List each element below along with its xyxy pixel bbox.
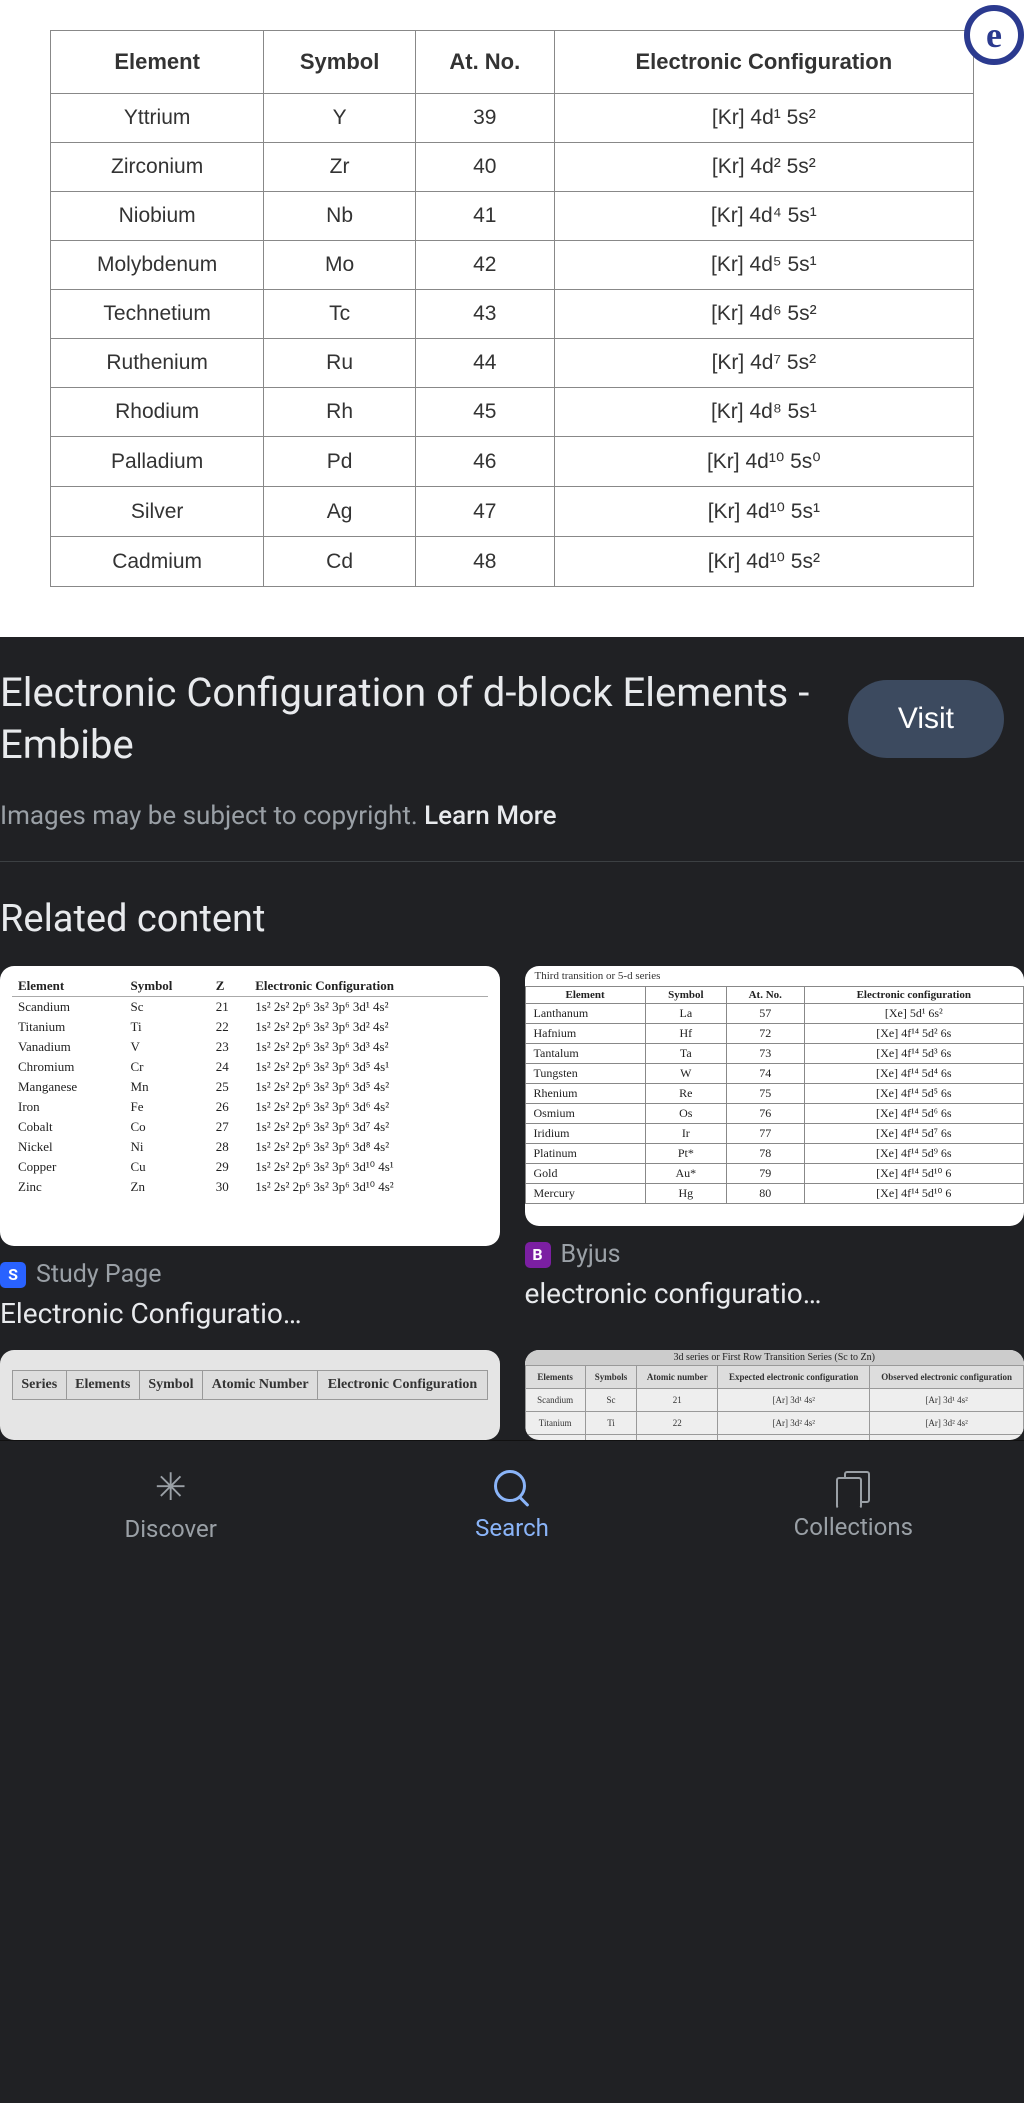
page-title[interactable]: Electronic Configuration of d-block Elem… bbox=[0, 667, 828, 771]
byjus-favicon-icon: B bbox=[525, 1242, 551, 1268]
image-info-section: Electronic Configuration of d-block Elem… bbox=[0, 637, 1024, 862]
related-content-heading: Related content bbox=[0, 862, 1024, 966]
related-thumbnail: Third transition or 5-d series ElementSy… bbox=[525, 966, 1024, 1226]
table-row: ChromiumCr241s² 2s² 2p⁶ 3s² 3p⁶ 3d⁵ 4s¹ bbox=[12, 1057, 488, 1077]
table-header: Symbol bbox=[139, 1371, 202, 1400]
table-row: TechnetiumTc43[Kr] 4d⁶ 5s² bbox=[51, 290, 974, 339]
table-row: LanthanumLa57[Xe] 5d¹ 6s² bbox=[525, 1004, 1024, 1024]
table-header: Symbol bbox=[264, 31, 416, 94]
table-row: NiobiumNb41[Kr] 4d⁴ 5s¹ bbox=[51, 192, 974, 241]
card-source: S Study Page bbox=[0, 1260, 500, 1289]
table-row: RheniumRe75[Xe] 4f¹⁴ 5d⁵ 6s bbox=[525, 1084, 1024, 1104]
table-header: Symbol bbox=[645, 987, 726, 1004]
table-row: ScandiumSc21[Ar] 3d¹ 4s²[Ar] 3d¹ 4s² bbox=[525, 1389, 1024, 1412]
table-row: ZincZn301s² 2s² 2p⁶ 3s² 3p⁶ 3d¹⁰ 4s² bbox=[12, 1177, 488, 1197]
table-header: Electronic Configuration bbox=[554, 31, 973, 94]
table-row: ManganeseMn251s² 2s² 2p⁶ 3s² 3p⁶ 3d⁵ 4s² bbox=[12, 1077, 488, 1097]
collections-icon bbox=[836, 1471, 870, 1505]
related-thumbnail: 3d series or First Row Transition Series… bbox=[525, 1350, 1024, 1440]
table-header: Atomic number bbox=[637, 1366, 718, 1389]
related-card[interactable]: SeriesElementsSymbolAtomic NumberElectro… bbox=[0, 1350, 500, 1440]
related-card[interactable]: ElementSymbolZElectronic ConfigurationSc… bbox=[0, 966, 500, 1330]
card-title: electronic configuratio… bbox=[525, 1277, 1024, 1310]
card-source-label: Byjus bbox=[561, 1240, 621, 1269]
table-row: CopperCu291s² 2s² 2p⁶ 3s² 3p⁶ 3d¹⁰ 4s¹ bbox=[12, 1157, 488, 1177]
card-source-label: Study Page bbox=[36, 1260, 161, 1289]
nav-collections[interactable]: Collections bbox=[683, 1441, 1024, 1570]
table-row: CadmiumCd48[Kr] 4d¹⁰ 5s² bbox=[51, 537, 974, 587]
table-row: SilverAg47[Kr] 4d¹⁰ 5s¹ bbox=[51, 487, 974, 537]
table-header: Element bbox=[525, 987, 645, 1004]
related-card[interactable]: 3d series or First Row Transition Series… bbox=[525, 1350, 1024, 1440]
table-header: Expected electronic configuration bbox=[718, 1366, 870, 1389]
table-header: Element bbox=[51, 31, 264, 94]
table-header: Symbols bbox=[585, 1366, 636, 1389]
related-card[interactable]: Third transition or 5-d series ElementSy… bbox=[525, 966, 1024, 1330]
table-header: Z bbox=[210, 976, 250, 997]
visit-button[interactable]: Visit bbox=[848, 680, 1004, 758]
table-row: TitaniumTi22[Ar] 3d² 4s²[Ar] 3d² 4s² bbox=[525, 1412, 1024, 1435]
table-row: GoldAu*79[Xe] 4f¹⁴ 5d¹⁰ 6 bbox=[525, 1164, 1024, 1184]
table-row: PalladiumPd46[Kr] 4d¹⁰ 5s⁰ bbox=[51, 437, 974, 487]
copyright-notice: Images may be subject to copyright. Lear… bbox=[0, 801, 1024, 831]
studypage-favicon-icon: S bbox=[0, 1262, 26, 1288]
table-header: Atomic Number bbox=[202, 1371, 318, 1400]
card-title: Electronic Configuratio… bbox=[0, 1297, 500, 1330]
related-thumbnail: ElementSymbolZElectronic ConfigurationSc… bbox=[0, 966, 500, 1246]
table-header: Elements bbox=[66, 1371, 139, 1400]
table-row: RutheniumRu44[Kr] 4d⁷ 5s² bbox=[51, 339, 974, 388]
nav-search[interactable]: Search bbox=[341, 1441, 682, 1570]
table-row: RhodiumRh45[Kr] 4d⁸ 5s¹ bbox=[51, 388, 974, 437]
table-row: TantalumTa73[Xe] 4f¹⁴ 5d³ 6s bbox=[525, 1044, 1024, 1064]
table-row: NickelNi281s² 2s² 2p⁶ 3s² 3p⁶ 3d⁸ 4s² bbox=[12, 1137, 488, 1157]
card-source: B Byjus bbox=[525, 1240, 1024, 1269]
related-cards-row-2: SeriesElementsSymbolAtomic NumberElectro… bbox=[0, 1350, 1024, 1440]
table-row: YttriumY39[Kr] 4d¹ 5s² bbox=[51, 94, 974, 143]
embibe-logo-icon: e bbox=[964, 5, 1024, 65]
table-row: OsmiumOs76[Xe] 4f¹⁴ 5d⁶ 6s bbox=[525, 1104, 1024, 1124]
related-thumbnail: SeriesElementsSymbolAtomic NumberElectro… bbox=[0, 1350, 500, 1440]
table-header: Electronic Configuration bbox=[249, 976, 487, 997]
table-row: IridiumIr77[Xe] 4f¹⁴ 5d⁷ 6s bbox=[525, 1124, 1024, 1144]
table-row: VanadiumV23[Ar] 3d³ 4s²[Ar] 3d³ 4s² bbox=[525, 1435, 1024, 1441]
table-row: PlatinumPt*78[Xe] 4f¹⁴ 5d⁹ 6s bbox=[525, 1144, 1024, 1164]
table-row: MercuryHg80[Xe] 4f¹⁴ 5d¹⁰ 6 bbox=[525, 1184, 1024, 1204]
table-row: HafniumHf72[Xe] 4f¹⁴ 5d² 6s bbox=[525, 1024, 1024, 1044]
elements-table: ElementSymbolAt. No.Electronic Configura… bbox=[50, 30, 974, 587]
table-row: CobaltCo271s² 2s² 2p⁶ 3s² 3p⁶ 3d⁷ 4s² bbox=[12, 1117, 488, 1137]
table-header: Element bbox=[12, 976, 125, 997]
learn-more-link[interactable]: Learn More bbox=[424, 801, 556, 831]
table-header: Elements bbox=[525, 1366, 585, 1389]
table-row: TitaniumTi221s² 2s² 2p⁶ 3s² 3p⁶ 3d² 4s² bbox=[12, 1017, 488, 1037]
search-icon bbox=[494, 1470, 530, 1506]
table-header: Series bbox=[13, 1371, 67, 1400]
table-header: Electronic Configuration bbox=[318, 1371, 487, 1400]
table-header: At. No. bbox=[415, 31, 554, 94]
nav-discover[interactable]: ✳ Discover bbox=[0, 1441, 341, 1570]
table-row: VanadiumV231s² 2s² 2p⁶ 3s² 3p⁶ 3d³ 4s² bbox=[12, 1037, 488, 1057]
table-row: ZirconiumZr40[Kr] 4d² 5s² bbox=[51, 143, 974, 192]
table-row: TungstenW74[Xe] 4f¹⁴ 5d⁴ 6s bbox=[525, 1064, 1024, 1084]
related-cards-row: ElementSymbolZElectronic ConfigurationSc… bbox=[0, 966, 1024, 1350]
discover-icon: ✳ bbox=[155, 1469, 187, 1507]
table-header: Observed electronic configuration bbox=[870, 1366, 1024, 1389]
table-row: MolybdenumMo42[Kr] 4d⁵ 5s¹ bbox=[51, 241, 974, 290]
main-image-preview[interactable]: e ElementSymbolAt. No.Electronic Configu… bbox=[0, 0, 1024, 637]
table-header: Electronic configuration bbox=[804, 987, 1023, 1004]
table-header: Symbol bbox=[125, 976, 210, 997]
table-row: IronFe261s² 2s² 2p⁶ 3s² 3p⁶ 3d⁶ 4s² bbox=[12, 1097, 488, 1117]
bottom-nav: ✳ Discover Search Collections bbox=[0, 1440, 1024, 1570]
table-row: ScandiumSc211s² 2s² 2p⁶ 3s² 3p⁶ 3d¹ 4s² bbox=[12, 997, 488, 1018]
table-header: At. No. bbox=[726, 987, 804, 1004]
